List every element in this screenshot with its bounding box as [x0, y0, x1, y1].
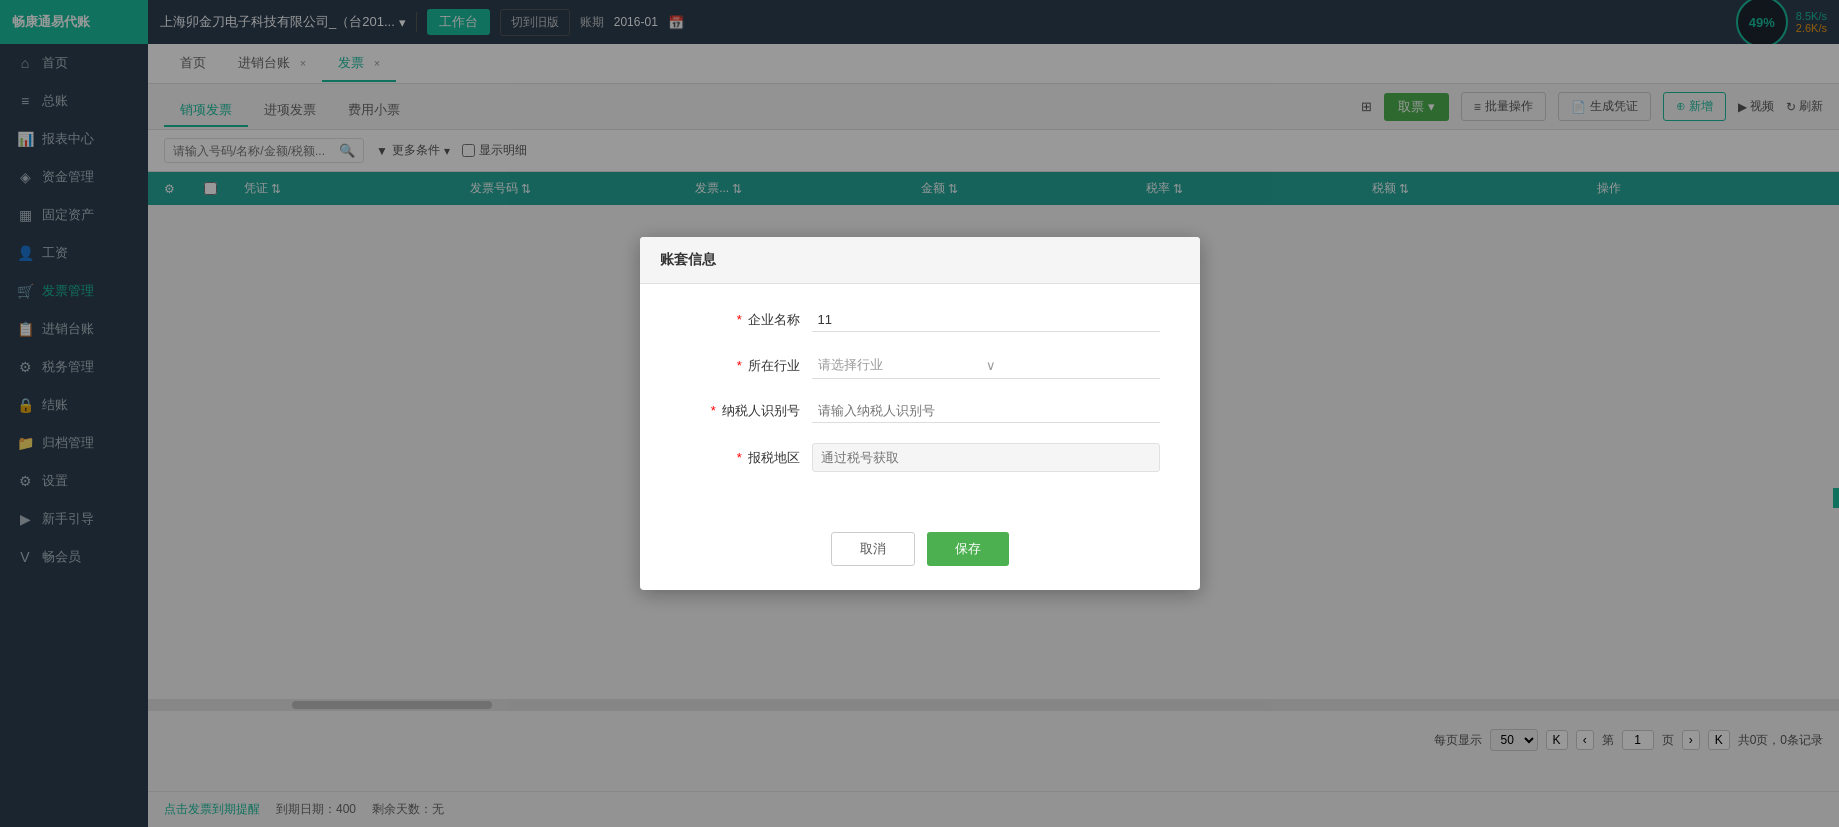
industry-chevron-icon: ∨	[986, 358, 1154, 373]
company-name-row: * 企业名称	[680, 308, 1160, 332]
modal-header: 账套信息	[640, 237, 1200, 284]
tax-region-input[interactable]	[812, 443, 1160, 472]
company-name-input[interactable]	[812, 308, 1160, 332]
taxpayer-id-label: * 纳税人识别号	[680, 402, 800, 420]
industry-label: * 所在行业	[680, 357, 800, 375]
modal-body: * 企业名称 * 所在行业 请选择行业 ∨ *	[640, 284, 1200, 516]
tax-region-label: * 报税地区	[680, 449, 800, 467]
cancel-button[interactable]: 取消	[831, 532, 915, 566]
modal-overlay[interactable]: 账套信息 * 企业名称 * 所在行业 请选择行业 ∨	[0, 0, 1839, 827]
industry-row: * 所在行业 请选择行业 ∨	[680, 352, 1160, 379]
industry-select[interactable]: 请选择行业 ∨	[812, 352, 1160, 379]
company-name-label: * 企业名称	[680, 311, 800, 329]
tax-region-row: * 报税地区	[680, 443, 1160, 472]
save-button[interactable]: 保存	[927, 532, 1009, 566]
taxpayer-id-input[interactable]	[812, 399, 1160, 423]
modal-footer: 取消 保存	[640, 516, 1200, 590]
account-info-modal: 账套信息 * 企业名称 * 所在行业 请选择行业 ∨	[640, 237, 1200, 590]
taxpayer-id-row: * 纳税人识别号	[680, 399, 1160, 423]
